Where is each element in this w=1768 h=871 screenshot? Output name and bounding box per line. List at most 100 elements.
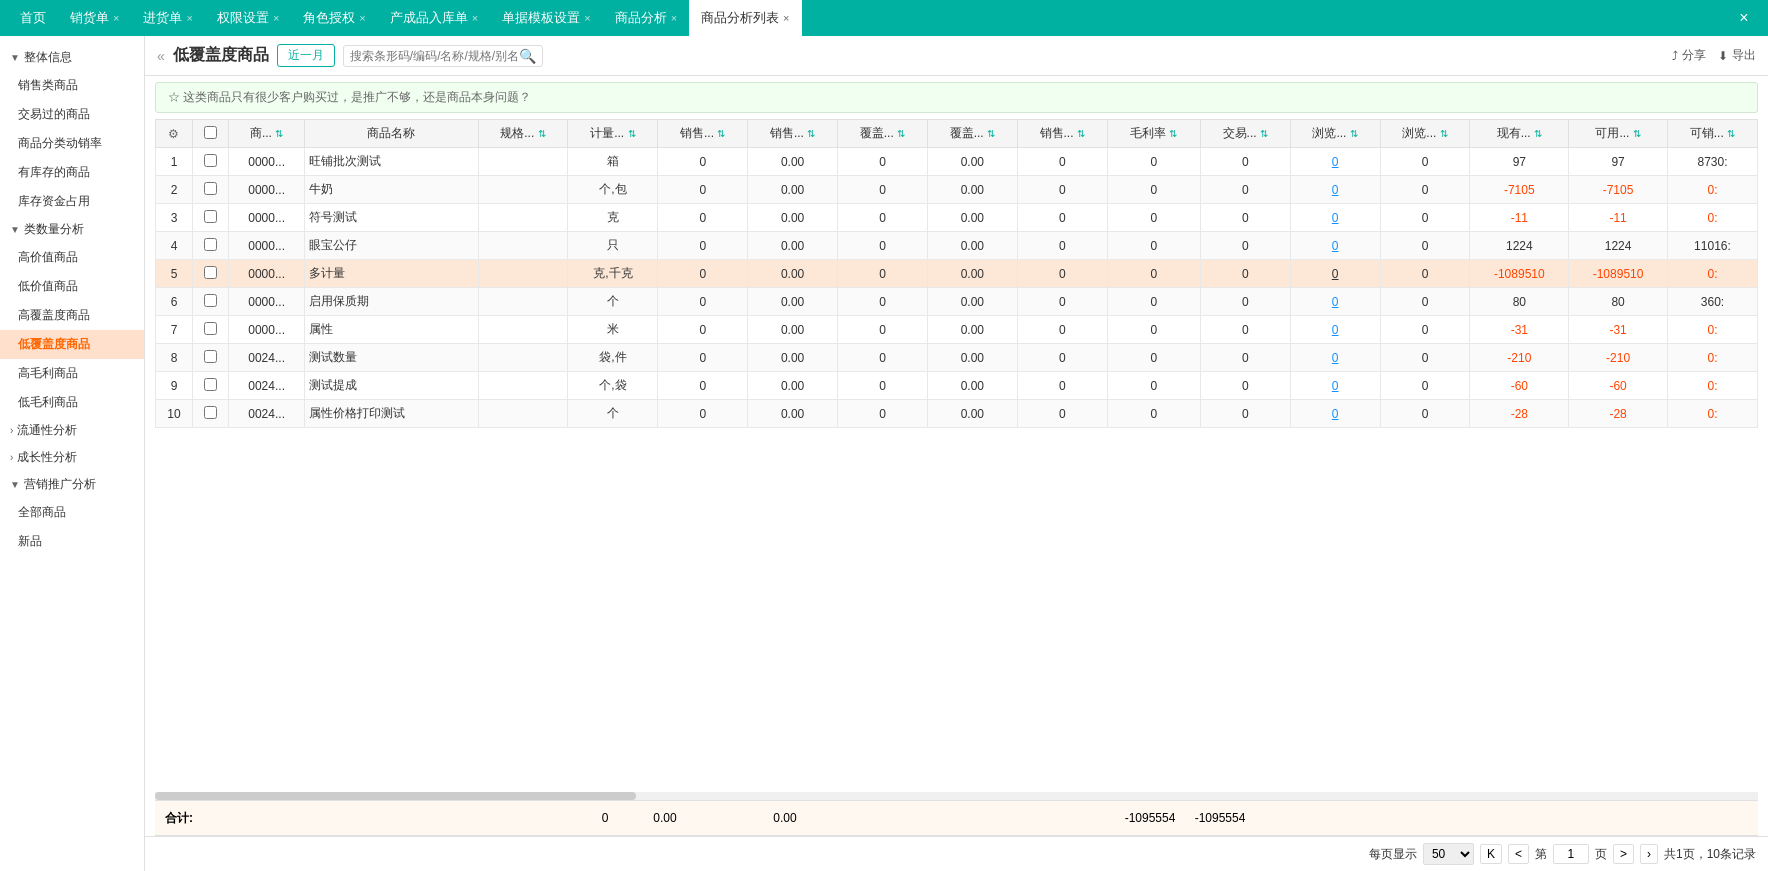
- nav-production[interactable]: 产成品入库单 ×: [378, 0, 490, 36]
- th-cover2[interactable]: 覆盖... ⇅: [927, 120, 1017, 148]
- nav-roles[interactable]: 角色授权 ×: [291, 0, 377, 36]
- sidebar-item-high-value[interactable]: 高价值商品: [0, 243, 144, 272]
- cell-spec: [478, 260, 568, 288]
- sidebar-section-quantity[interactable]: ▼ 类数量分析: [0, 216, 144, 243]
- cell-sales2: 0.00: [748, 260, 838, 288]
- sidebar-section-marketing[interactable]: ▼ 营销推广分析: [0, 471, 144, 498]
- nav-templates[interactable]: 单据模板设置 ×: [490, 0, 602, 36]
- close-icon[interactable]: ×: [273, 12, 279, 24]
- search-icon[interactable]: 🔍: [519, 48, 536, 64]
- sidebar-item-sales-goods[interactable]: 销售类商品: [0, 71, 144, 100]
- th-stock[interactable]: 现有... ⇅: [1470, 120, 1569, 148]
- nav-purchase[interactable]: 进货单 ×: [131, 0, 204, 36]
- cell-browse1[interactable]: 0: [1290, 372, 1380, 400]
- th-saleable[interactable]: 可销... ⇅: [1667, 120, 1757, 148]
- cell-name: 符号测试: [304, 204, 478, 232]
- th-settings[interactable]: ⚙: [156, 120, 193, 148]
- time-filter-button[interactable]: 近一月: [277, 44, 335, 67]
- sidebar-item-inventory-capital[interactable]: 库存资金占用: [0, 187, 144, 216]
- cell-browse1[interactable]: 0: [1290, 316, 1380, 344]
- cell-browse1[interactable]: 0: [1290, 176, 1380, 204]
- cell-profit: 0: [1107, 260, 1200, 288]
- window-close-button[interactable]: ×: [1728, 0, 1760, 36]
- cell-checkbox[interactable]: [192, 316, 228, 344]
- first-page-button[interactable]: K: [1480, 844, 1502, 864]
- last-page-button[interactable]: ›: [1640, 844, 1658, 864]
- sidebar-section-growth[interactable]: › 成长性分析: [0, 444, 144, 471]
- collapse-sidebar-button[interactable]: «: [157, 48, 165, 64]
- th-browse2[interactable]: 浏览... ⇅: [1380, 120, 1470, 148]
- top-nav: 首页 销货单 × 进货单 × 权限设置 × 角色授权 × 产成品入库单 × 单据…: [0, 0, 1768, 36]
- cell-cover1: 0: [838, 372, 928, 400]
- sidebar-item-high-profit[interactable]: 高毛利商品: [0, 359, 144, 388]
- sidebar-item-category-rate[interactable]: 商品分类动销率: [0, 129, 144, 158]
- th-checkbox[interactable]: [192, 120, 228, 148]
- cell-browse1[interactable]: 0: [1290, 232, 1380, 260]
- close-icon[interactable]: ×: [186, 12, 192, 24]
- cell-browse1[interactable]: 0: [1290, 344, 1380, 372]
- th-trade[interactable]: 交易... ⇅: [1200, 120, 1290, 148]
- cell-checkbox[interactable]: [192, 260, 228, 288]
- nav-sales[interactable]: 销货单 ×: [58, 0, 131, 36]
- close-icon[interactable]: ×: [783, 12, 789, 24]
- sidebar-item-traded-goods[interactable]: 交易过的商品: [0, 100, 144, 129]
- prev-page-button[interactable]: <: [1508, 844, 1529, 864]
- nav-product-analysis[interactable]: 商品分析 ×: [603, 0, 689, 36]
- th-cover1[interactable]: 覆盖... ⇅: [838, 120, 928, 148]
- cell-checkbox[interactable]: [192, 204, 228, 232]
- th-browse1[interactable]: 浏览... ⇅: [1290, 120, 1380, 148]
- close-icon[interactable]: ×: [472, 12, 478, 24]
- nav-home[interactable]: 首页: [8, 0, 58, 36]
- cell-checkbox[interactable]: [192, 176, 228, 204]
- sidebar-item-stocked-goods[interactable]: 有库存的商品: [0, 158, 144, 187]
- th-spec[interactable]: 规格... ⇅: [478, 120, 568, 148]
- cell-checkbox[interactable]: [192, 288, 228, 316]
- sidebar-section-overall[interactable]: ▼ 整体信息: [0, 44, 144, 71]
- sidebar-item-low-profit[interactable]: 低毛利商品: [0, 388, 144, 417]
- nav-permissions[interactable]: 权限设置 ×: [205, 0, 291, 36]
- cell-browse1[interactable]: 0: [1290, 148, 1380, 176]
- page-size-select[interactable]: 50 20 100: [1423, 843, 1474, 865]
- th-sales2[interactable]: 销售... ⇅: [748, 120, 838, 148]
- cell-checkbox[interactable]: [192, 148, 228, 176]
- sidebar-section-liquidity[interactable]: › 流通性分析: [0, 417, 144, 444]
- cell-checkbox[interactable]: [192, 372, 228, 400]
- close-icon[interactable]: ×: [359, 12, 365, 24]
- cell-browse1[interactable]: 0: [1290, 400, 1380, 428]
- next-page-button[interactable]: >: [1613, 844, 1634, 864]
- nav-product-analysis-list[interactable]: 商品分析列表 ×: [689, 0, 801, 36]
- cell-checkbox[interactable]: [192, 232, 228, 260]
- th-profit[interactable]: 毛利率 ⇅: [1107, 120, 1200, 148]
- search-input[interactable]: [350, 49, 519, 63]
- cell-code: 0000...: [229, 288, 305, 316]
- sidebar-item-low-value[interactable]: 低价值商品: [0, 272, 144, 301]
- share-button[interactable]: ⤴ 分享: [1672, 47, 1706, 64]
- th-avail[interactable]: 可用... ⇅: [1569, 120, 1668, 148]
- th-name[interactable]: 商品名称: [304, 120, 478, 148]
- sidebar-item-all-goods[interactable]: 全部商品: [0, 498, 144, 527]
- close-icon[interactable]: ×: [113, 12, 119, 24]
- horizontal-scroll[interactable]: [155, 792, 1758, 800]
- sidebar-item-high-coverage[interactable]: 高覆盖度商品: [0, 301, 144, 330]
- cell-browse1[interactable]: 0: [1290, 288, 1380, 316]
- export-button[interactable]: ⬇ 导出: [1718, 47, 1756, 64]
- page-number-input[interactable]: [1553, 844, 1589, 864]
- th-code[interactable]: 商... ⇅: [229, 120, 305, 148]
- cell-browse1[interactable]: 0: [1290, 260, 1380, 288]
- cell-stock: -31: [1470, 316, 1569, 344]
- th-unit[interactable]: 计量... ⇅: [568, 120, 658, 148]
- select-all-checkbox[interactable]: [204, 126, 217, 139]
- settings-icon[interactable]: ⚙: [168, 127, 179, 141]
- close-icon[interactable]: ×: [671, 12, 677, 24]
- cell-checkbox[interactable]: [192, 344, 228, 372]
- th-sales3[interactable]: 销售... ⇅: [1017, 120, 1107, 148]
- table-row: 8 0024... 测试数量 袋,件 0 0.00 0 0.00 0 0 0 0…: [156, 344, 1758, 372]
- sidebar-item-low-coverage[interactable]: 低覆盖度商品: [0, 330, 144, 359]
- cell-sales1: 0: [658, 316, 748, 344]
- cell-checkbox[interactable]: [192, 400, 228, 428]
- cell-browse1[interactable]: 0: [1290, 204, 1380, 232]
- close-icon[interactable]: ×: [584, 12, 590, 24]
- scroll-thumb[interactable]: [155, 792, 636, 800]
- th-sales1[interactable]: 销售... ⇅: [658, 120, 748, 148]
- sidebar-item-new-goods[interactable]: 新品: [0, 527, 144, 556]
